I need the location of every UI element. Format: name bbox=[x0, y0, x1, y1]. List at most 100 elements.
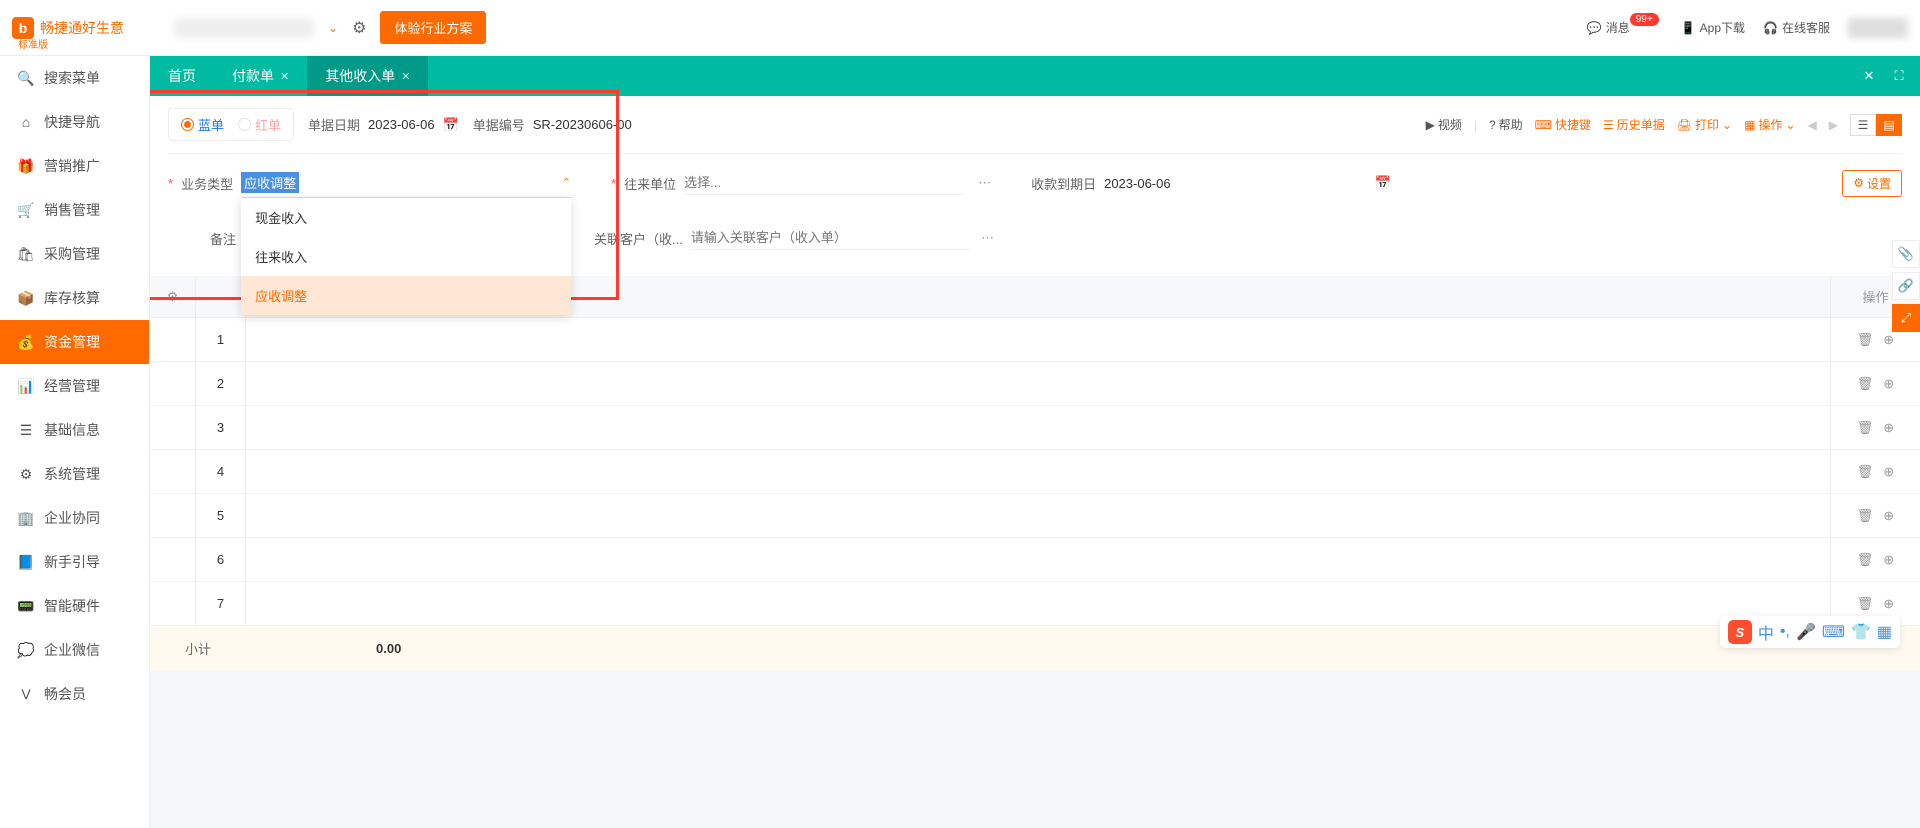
table-row[interactable]: 1🗑⊕ bbox=[150, 318, 1920, 362]
related-customer-input[interactable] bbox=[691, 226, 971, 250]
red-doc-radio[interactable]: 红单 bbox=[238, 115, 281, 134]
next-button[interactable]: ▶ bbox=[1829, 118, 1838, 132]
print-dropdown[interactable]: 🖨打印⌄ bbox=[1677, 116, 1732, 133]
toolbar-right: ▶视频 | ?帮助 ⌨快捷键 ☰历史单据 🖨打印⌄ ▦操作⌄ ◀ ▶ ☰ ▤ bbox=[1426, 114, 1902, 136]
add-row-icon[interactable]: ⊕ bbox=[1883, 332, 1894, 348]
add-row-icon[interactable]: ⊕ bbox=[1883, 552, 1894, 568]
video-link[interactable]: ▶视频 bbox=[1426, 116, 1462, 133]
settings-button[interactable]: ⚙ 设置 bbox=[1842, 170, 1902, 197]
delete-row-icon[interactable]: 🗑 bbox=[1857, 376, 1874, 392]
delete-row-icon[interactable]: 🗑 bbox=[1857, 332, 1874, 348]
add-row-icon[interactable]: ⊕ bbox=[1883, 464, 1894, 480]
chevron-down-icon[interactable]: ⌄ bbox=[328, 21, 338, 35]
ime-more-icon[interactable]: ▦ bbox=[1877, 622, 1892, 642]
sidebar-item-inventory[interactable]: 📦库存核算 bbox=[0, 276, 149, 320]
attachment-tool[interactable]: 📎 bbox=[1892, 240, 1920, 268]
sidebar-item-purchase[interactable]: 🛍采购管理 bbox=[0, 232, 149, 276]
add-row-icon[interactable]: ⊕ bbox=[1883, 508, 1894, 524]
dropdown-option-cash[interactable]: 现金收入 bbox=[241, 198, 571, 237]
help-link[interactable]: ?帮助 bbox=[1489, 116, 1523, 133]
close-icon[interactable]: ✕ bbox=[280, 70, 289, 83]
calendar-icon[interactable]: 📅 bbox=[443, 117, 459, 133]
sidebar-item-hardware[interactable]: 📟智能硬件 bbox=[0, 584, 149, 628]
row-main-cell[interactable] bbox=[246, 450, 1830, 493]
add-row-icon[interactable]: ⊕ bbox=[1883, 376, 1894, 392]
add-row-icon[interactable]: ⊕ bbox=[1883, 596, 1894, 612]
table-row[interactable]: 2🗑⊕ bbox=[150, 362, 1920, 406]
close-icon[interactable]: ✕ bbox=[401, 70, 410, 83]
message-link[interactable]: 💬 消息 99+ bbox=[1587, 19, 1663, 36]
row-ops: 🗑⊕ bbox=[1830, 362, 1920, 405]
user-avatar-blurred[interactable] bbox=[1848, 18, 1908, 38]
due-date-value[interactable]: 2023-06-06 bbox=[1104, 176, 1171, 191]
table-row[interactable]: 3🗑⊕ bbox=[150, 406, 1920, 450]
sidebar-item-basic-info[interactable]: ☰基础信息 bbox=[0, 408, 149, 452]
partner-input[interactable] bbox=[684, 171, 964, 195]
table-row[interactable]: 5🗑⊕ bbox=[150, 494, 1920, 538]
fullscreen-button[interactable]: ⛶ bbox=[1888, 65, 1910, 87]
ime-lang[interactable]: 中 bbox=[1758, 620, 1774, 644]
blue-doc-radio[interactable]: 蓝单 bbox=[181, 115, 224, 134]
more-icon[interactable]: ⋯ bbox=[981, 230, 994, 246]
tab-payment[interactable]: 付款单✕ bbox=[214, 56, 307, 96]
sidebar-item-marketing[interactable]: 🎁营销推广 bbox=[0, 144, 149, 188]
online-support-link[interactable]: 🎧 在线客服 bbox=[1763, 19, 1830, 36]
sidebar-item-system[interactable]: ⚙系统管理 bbox=[0, 452, 149, 496]
row-main-cell[interactable] bbox=[246, 318, 1830, 361]
table-row[interactable]: 4🗑⊕ bbox=[150, 450, 1920, 494]
prev-button[interactable]: ◀ bbox=[1808, 118, 1817, 132]
table-row[interactable]: 6🗑⊕ bbox=[150, 538, 1920, 582]
card-view-button[interactable]: ▤ bbox=[1876, 114, 1902, 136]
ime-mic-icon[interactable]: 🎤 bbox=[1796, 622, 1816, 642]
delete-row-icon[interactable]: 🗑 bbox=[1857, 508, 1874, 524]
doc-date-value[interactable]: 2023-06-06 bbox=[368, 117, 435, 132]
calendar-icon[interactable]: 📅 bbox=[1375, 175, 1391, 191]
shortcut-link[interactable]: ⌨快捷键 bbox=[1535, 116, 1591, 133]
gear-icon[interactable]: ⚙ bbox=[352, 18, 366, 38]
tab-home[interactable]: 首页 bbox=[150, 56, 214, 96]
list-view-button[interactable]: ☰ bbox=[1850, 114, 1876, 136]
trial-industry-button[interactable]: 体验行业方案 bbox=[380, 11, 486, 44]
sidebar-item-newbie[interactable]: 📘新手引导 bbox=[0, 540, 149, 584]
tab-other-income[interactable]: 其他收入单✕ bbox=[307, 56, 428, 96]
row-main-cell[interactable] bbox=[246, 538, 1830, 581]
sidebar-item-collab[interactable]: 🏢企业协同 bbox=[0, 496, 149, 540]
history-link[interactable]: ☰历史单据 bbox=[1603, 116, 1665, 133]
ime-punct-icon[interactable]: •, bbox=[1780, 623, 1790, 641]
delete-row-icon[interactable]: 🗑 bbox=[1857, 420, 1874, 436]
row-main-cell[interactable] bbox=[246, 494, 1830, 537]
add-row-icon[interactable]: ⊕ bbox=[1883, 420, 1894, 436]
radio-label: 蓝单 bbox=[198, 115, 224, 134]
sidebar-item-operation[interactable]: 📊经营管理 bbox=[0, 364, 149, 408]
table-settings-button[interactable]: ⚙ bbox=[150, 276, 196, 317]
row-main-cell[interactable] bbox=[246, 362, 1830, 405]
close-all-button[interactable]: ✕ bbox=[1858, 65, 1880, 87]
row-main-cell[interactable] bbox=[246, 582, 1830, 625]
ime-skin-icon[interactable]: 👕 bbox=[1851, 622, 1871, 642]
operate-dropdown[interactable]: ▦操作⌄ bbox=[1744, 116, 1795, 133]
sidebar-item-funds[interactable]: 💰资金管理 bbox=[0, 320, 149, 364]
sidebar-item-vip[interactable]: V畅会员 bbox=[0, 672, 149, 716]
biz-type-label: 业务类型 bbox=[181, 174, 233, 193]
sidebar-item-search-menu[interactable]: 🔍搜索菜单 bbox=[0, 56, 149, 100]
sidebar-item-quick-nav[interactable]: ⌂快捷导航 bbox=[0, 100, 149, 144]
sidebar-item-label: 系统管理 bbox=[44, 464, 100, 484]
row-main-cell[interactable] bbox=[246, 406, 1830, 449]
expand-tool[interactable]: ⤢ bbox=[1892, 304, 1920, 332]
sidebar-item-sales[interactable]: 🛒销售管理 bbox=[0, 188, 149, 232]
more-icon[interactable]: ⋯ bbox=[978, 175, 991, 191]
biz-type-select[interactable]: 应收调整 ⌃ 现金收入 往来收入 应收调整 bbox=[241, 168, 571, 198]
dropdown-option-adjustment[interactable]: 应收调整 bbox=[241, 276, 571, 315]
delete-row-icon[interactable]: 🗑 bbox=[1857, 464, 1874, 480]
delete-row-icon[interactable]: 🗑 bbox=[1857, 552, 1874, 568]
row-handle bbox=[150, 582, 196, 625]
ime-keyboard-icon[interactable]: ⌨ bbox=[1822, 622, 1845, 642]
app-download-link[interactable]: 📱 App下载 bbox=[1681, 19, 1745, 36]
ime-toolbar[interactable]: S 中 •, 🎤 ⌨ 👕 ▦ bbox=[1720, 616, 1900, 648]
dropdown-option-receivable[interactable]: 往来收入 bbox=[241, 237, 571, 276]
table-row[interactable]: 7🗑⊕ bbox=[150, 582, 1920, 626]
delete-row-icon[interactable]: 🗑 bbox=[1857, 596, 1874, 612]
link-tool[interactable]: 🔗 bbox=[1892, 272, 1920, 300]
sidebar-item-wecom[interactable]: 💭企业微信 bbox=[0, 628, 149, 672]
radio-label: 红单 bbox=[255, 115, 281, 134]
